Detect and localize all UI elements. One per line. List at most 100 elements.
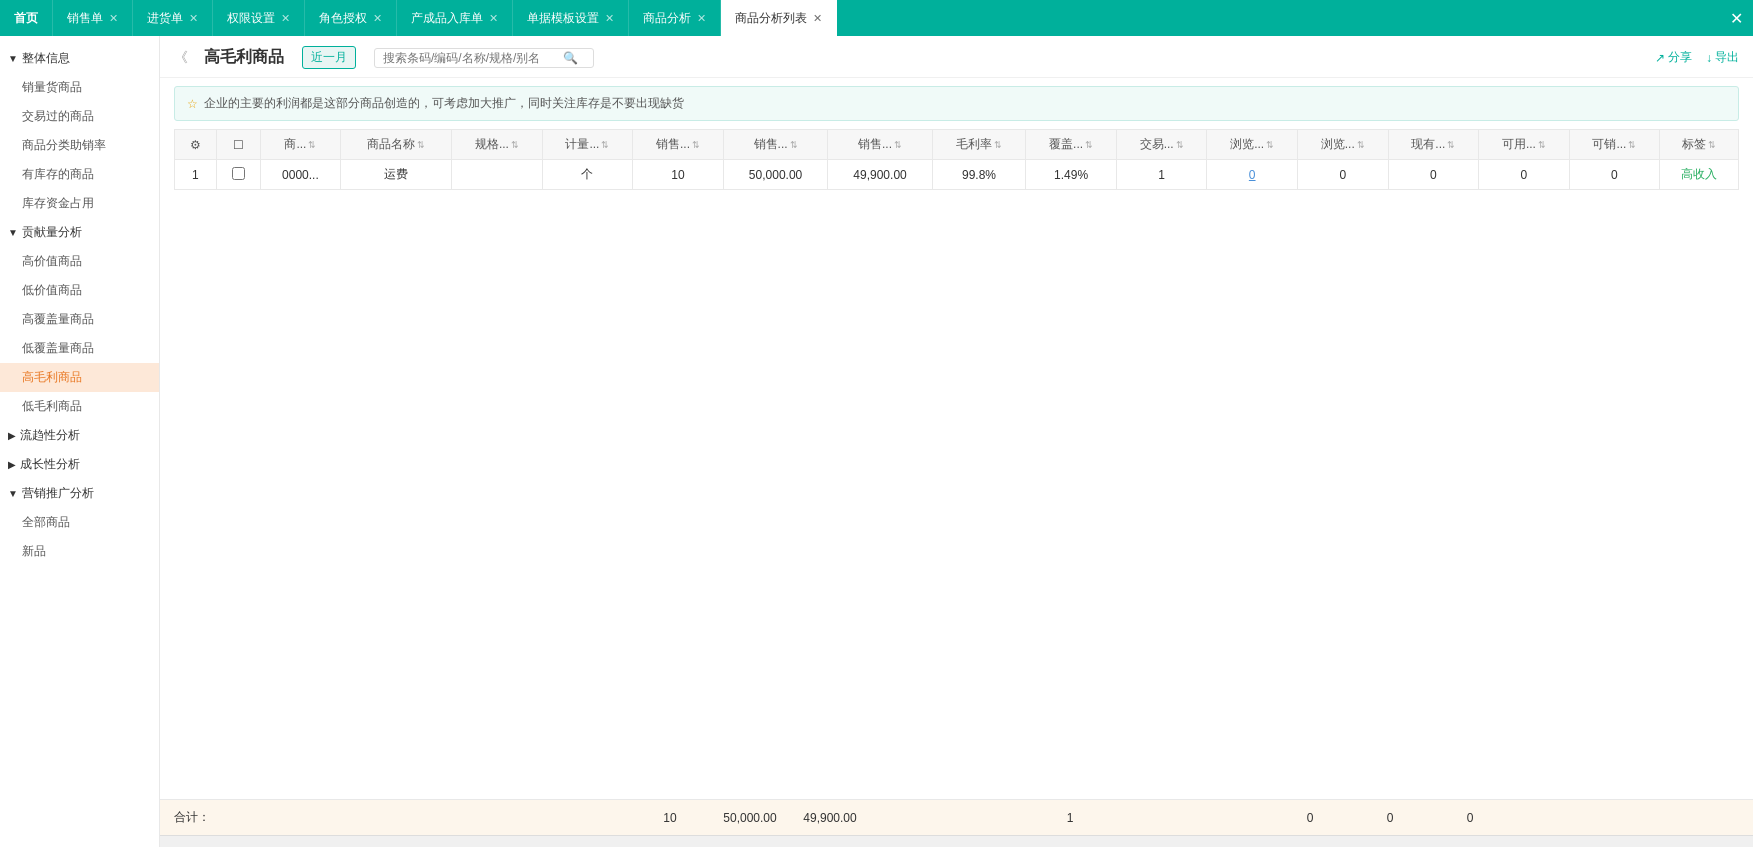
header-actions: ↗ 分享 ↓ 导出 xyxy=(1655,49,1739,66)
sidebar-group-overall-label: 整体信息 xyxy=(22,50,70,67)
sidebar-item-all-goods[interactable]: 全部商品 xyxy=(0,508,159,537)
export-button[interactable]: ↓ 导出 xyxy=(1706,49,1739,66)
row-gross-margin: 99.8% xyxy=(932,160,1026,190)
table-header-row: ⚙ ☐ 商...⇅ 商品名称⇅ 规格...⇅ 计量...⇅ 销售...⇅ 销售.… xyxy=(175,130,1739,160)
th-sales-qty[interactable]: 销售...⇅ xyxy=(633,130,724,160)
nav-tab-analysis-list[interactable]: 商品分析列表 ✕ xyxy=(721,0,837,36)
sidebar-item-high-value[interactable]: 高价值商品 xyxy=(0,247,159,276)
nav-tab-analysis-close[interactable]: ✕ xyxy=(697,12,706,25)
nav-tab-analysis-list-close[interactable]: ✕ xyxy=(813,12,822,25)
sidebar-group-contribution[interactable]: ▼ 贡献量分析 xyxy=(0,218,159,247)
search-icon[interactable]: 🔍 xyxy=(563,51,578,65)
close-all-button[interactable]: ✕ xyxy=(1730,9,1743,28)
th-sales-amt[interactable]: 销售...⇅ xyxy=(723,130,827,160)
sidebar-group-marketing-label: 营销推广分析 xyxy=(22,485,94,502)
nav-tab-permission-label: 权限设置 xyxy=(227,10,275,27)
nav-tab-sales-close[interactable]: ✕ xyxy=(109,12,118,25)
th-name[interactable]: 商品名称⇅ xyxy=(340,130,451,160)
nav-tab-permission-close[interactable]: ✕ xyxy=(281,12,290,25)
search-box[interactable]: 🔍 xyxy=(374,48,594,68)
row-checkbox[interactable] xyxy=(216,160,261,190)
nav-tab-template[interactable]: 单据模板设置 ✕ xyxy=(513,0,629,36)
chevron-down-icon-2: ▼ xyxy=(8,227,18,238)
sidebar-item-low-margin[interactable]: 低毛利商品 xyxy=(0,392,159,421)
chevron-down-icon-3: ▼ xyxy=(8,488,18,499)
th-saleable[interactable]: 可销...⇅ xyxy=(1569,130,1660,160)
chevron-right-icon: ▶ xyxy=(8,430,16,441)
th-transaction[interactable]: 交易...⇅ xyxy=(1116,130,1207,160)
sidebar-item-category-rate[interactable]: 商品分类助销率 xyxy=(0,131,159,160)
data-table: ⚙ ☐ 商...⇅ 商品名称⇅ 规格...⇅ 计量...⇅ 销售...⇅ 销售.… xyxy=(174,129,1739,190)
search-input[interactable] xyxy=(383,51,563,65)
row-current-stock: 0 xyxy=(1388,160,1479,190)
th-tag[interactable]: 标签⇅ xyxy=(1660,130,1739,160)
nav-tab-purchase-label: 进货单 xyxy=(147,10,183,27)
footer-cell-current: 0 xyxy=(1270,811,1350,825)
top-navigation: 首页 销售单 ✕ 进货单 ✕ 权限设置 ✕ 角色授权 ✕ 产成品入库单 ✕ 单据… xyxy=(0,0,1753,36)
star-icon: ☆ xyxy=(187,97,198,111)
sidebar-group-growth[interactable]: ▶ 成长性分析 xyxy=(0,450,159,479)
sidebar-item-high-margin[interactable]: 高毛利商品 xyxy=(0,363,159,392)
nav-tab-analysis-label: 商品分析 xyxy=(643,10,691,27)
info-bar: ☆ 企业的主要的利润都是这部分商品创造的，可考虑加大推广，同时关注库存是不要出现… xyxy=(174,86,1739,121)
page-title: 高毛利商品 xyxy=(204,47,284,68)
nav-tab-role-label: 角色授权 xyxy=(319,10,367,27)
nav-tab-purchase-close[interactable]: ✕ xyxy=(189,12,198,25)
th-coverage[interactable]: 覆盖...⇅ xyxy=(1026,130,1117,160)
sidebar-item-sales-goods[interactable]: 销量货商品 xyxy=(0,73,159,102)
nav-tab-template-close[interactable]: ✕ xyxy=(605,12,614,25)
th-spec[interactable]: 规格...⇅ xyxy=(452,130,543,160)
row-code: 0000... xyxy=(261,160,341,190)
footer-cell-saleable: 0 xyxy=(1430,811,1510,825)
sidebar-group-overall[interactable]: ▼ 整体信息 xyxy=(0,44,159,73)
nav-tab-sales[interactable]: 销售单 ✕ xyxy=(53,0,133,36)
th-checkbox[interactable]: ☐ xyxy=(216,130,261,160)
info-text: 企业的主要的利润都是这部分商品创造的，可考虑加大推广，同时关注库存是不要出现缺货 xyxy=(204,95,684,112)
nav-tab-analysis[interactable]: 商品分析 ✕ xyxy=(629,0,721,36)
th-gross-margin[interactable]: 毛利率⇅ xyxy=(932,130,1026,160)
sidebar-group-growth-label: 成长性分析 xyxy=(20,456,80,473)
row-tag: 高收入 xyxy=(1660,160,1739,190)
sidebar-item-low-coverage[interactable]: 低覆盖量商品 xyxy=(0,334,159,363)
nav-tab-permission[interactable]: 权限设置 ✕ xyxy=(213,0,305,36)
export-icon: ↓ xyxy=(1706,51,1712,65)
period-button[interactable]: 近一月 xyxy=(302,46,356,69)
row-browse2: 0 xyxy=(1297,160,1388,190)
main-layout: ▼ 整体信息 销量货商品 交易过的商品 商品分类助销率 有库存的商品 库存资金占… xyxy=(0,36,1753,847)
th-unit[interactable]: 计量...⇅ xyxy=(542,130,633,160)
chevron-right-icon-2: ▶ xyxy=(8,459,16,470)
nav-tab-finished[interactable]: 产成品入库单 ✕ xyxy=(397,0,513,36)
th-code[interactable]: 商...⇅ xyxy=(261,130,341,160)
collapse-button[interactable]: 《 xyxy=(174,49,188,67)
th-browse1[interactable]: 浏览...⇅ xyxy=(1207,130,1298,160)
nav-tab-role-close[interactable]: ✕ xyxy=(373,12,382,25)
th-sales-cost[interactable]: 销售...⇅ xyxy=(828,130,932,160)
horizontal-scrollbar[interactable] xyxy=(160,835,1753,847)
nav-tab-template-label: 单据模板设置 xyxy=(527,10,599,27)
sidebar-item-low-value[interactable]: 低价值商品 xyxy=(0,276,159,305)
sidebar-item-new-goods[interactable]: 新品 xyxy=(0,537,159,566)
sidebar-item-traded-goods[interactable]: 交易过的商品 xyxy=(0,102,159,131)
sidebar: ▼ 整体信息 销量货商品 交易过的商品 商品分类助销率 有库存的商品 库存资金占… xyxy=(0,36,160,847)
nav-tab-purchase[interactable]: 进货单 ✕ xyxy=(133,0,213,36)
th-settings[interactable]: ⚙ xyxy=(175,130,217,160)
footer-cell-avail: 0 xyxy=(1350,811,1430,825)
row-browse1[interactable]: 0 xyxy=(1207,160,1298,190)
sidebar-group-marketing[interactable]: ▼ 营销推广分析 xyxy=(0,479,159,508)
sidebar-group-trend[interactable]: ▶ 流趋性分析 xyxy=(0,421,159,450)
content-header: 《 高毛利商品 近一月 🔍 ↗ 分享 ↓ 导出 xyxy=(160,36,1753,78)
row-index: 1 xyxy=(175,160,217,190)
nav-tab-role[interactable]: 角色授权 ✕ xyxy=(305,0,397,36)
row-name: 运费 xyxy=(340,160,451,190)
share-button[interactable]: ↗ 分享 xyxy=(1655,49,1692,66)
row-sales-qty: 10 xyxy=(633,160,724,190)
th-browse2[interactable]: 浏览...⇅ xyxy=(1297,130,1388,160)
nav-tab-finished-close[interactable]: ✕ xyxy=(489,12,498,25)
th-available[interactable]: 可用...⇅ xyxy=(1479,130,1570,160)
sidebar-item-in-stock[interactable]: 有库存的商品 xyxy=(0,160,159,189)
sidebar-item-stock-capital[interactable]: 库存资金占用 xyxy=(0,189,159,218)
nav-tab-home[interactable]: 首页 xyxy=(0,0,53,36)
th-current-stock[interactable]: 现有...⇅ xyxy=(1388,130,1479,160)
share-icon: ↗ xyxy=(1655,51,1665,65)
sidebar-item-high-coverage[interactable]: 高覆盖量商品 xyxy=(0,305,159,334)
